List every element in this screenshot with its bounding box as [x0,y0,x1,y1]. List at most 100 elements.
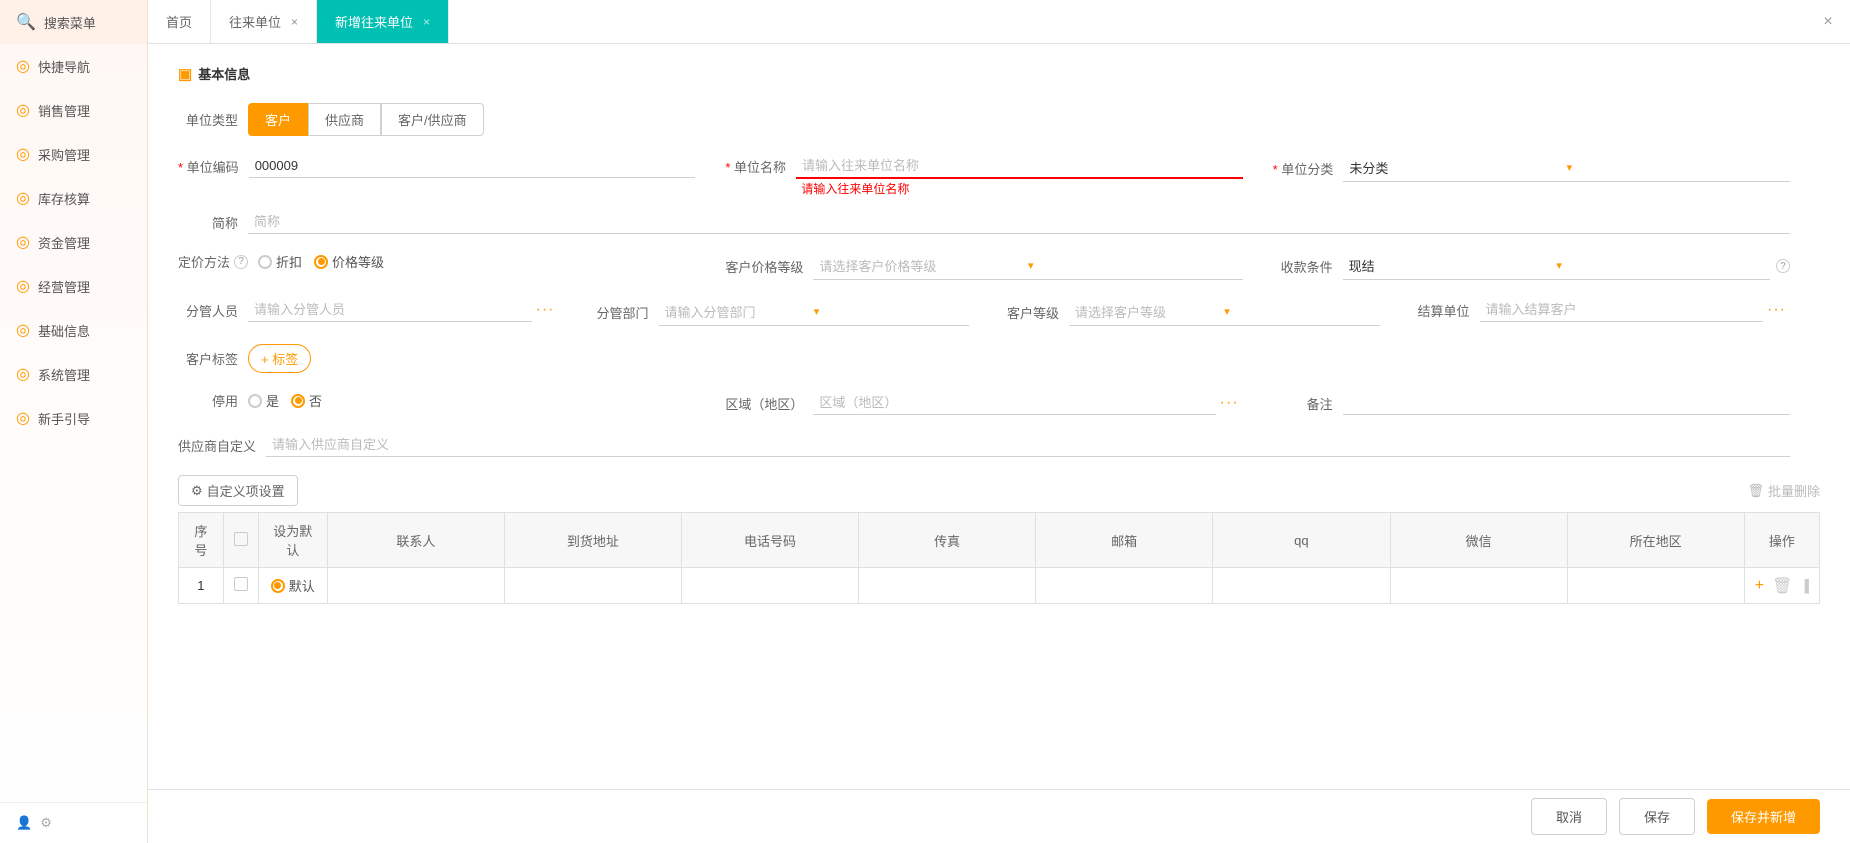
unit-type-buttons: 客户 供应商 客户/供应商 [248,103,484,136]
type-btn-supplier[interactable]: 供应商 [308,103,381,136]
sidebar-item-inventory[interactable]: ◎ 库存核算 [0,176,147,220]
manager-input[interactable] [248,298,532,322]
cell-qq[interactable] [1213,568,1390,604]
unit-code-input[interactable] [249,154,696,178]
phone-input[interactable] [692,574,848,597]
payment-terms-help-icon[interactable]: ? [1776,259,1790,273]
payment-terms-select[interactable]: 现结 ▾ [1343,252,1770,280]
cell-address[interactable] [504,568,681,604]
cell-phone[interactable] [681,568,858,604]
sidebar-item-finance[interactable]: ◎ 资金管理 [0,220,147,264]
sidebar-item-sales[interactable]: ◎ 销售管理 [0,88,147,132]
type-btn-both[interactable]: 客户/供应商 [381,103,484,136]
col-contact: 联系人 [327,513,504,568]
form-row-unit-type: 单位类型 客户 供应商 客户/供应商 [178,103,1820,136]
sidebar-item-operation[interactable]: ◎ 经营管理 [0,264,147,308]
quicknav-icon: ◎ [16,56,30,76]
unit-type-group: 单位类型 客户 供应商 客户/供应商 [178,103,1820,136]
tab-partners-close[interactable]: × [291,15,298,29]
row-region-input[interactable] [1578,574,1734,597]
header-checkbox[interactable] [234,532,248,546]
remark-group: 备注 [1273,391,1820,415]
pricing-help-icon[interactable]: ? [234,255,248,269]
address-input[interactable] [515,574,671,597]
settlement-unit-group: 结算单位 ··· [1410,298,1821,322]
pricing-radio-level[interactable]: 价格等级 [314,252,384,271]
col-actions: 操作 [1744,513,1819,568]
operation-icon: ◎ [16,276,30,296]
tab-new-partner-label: 新增往来单位 [335,12,413,31]
default-radio-circle [271,579,285,593]
form-row-code-name-cat: 单位编码 单位名称 请输入往来单位名称 单位分类 未分类 ▾ [178,154,1820,182]
add-row-button[interactable]: + [1755,577,1764,595]
batch-delete-button[interactable]: 🗑 批量删除 [1747,481,1820,500]
action-bar: 取消 保存 保存并新增 [148,789,1850,843]
cancel-button[interactable]: 取消 [1531,798,1607,835]
radio-discount-circle [258,255,272,269]
cell-fax[interactable] [859,568,1036,604]
tab-new-partner[interactable]: 新增往来单位 × [317,0,449,43]
delete-row-button[interactable]: 🗑 [1772,576,1792,596]
department-select[interactable]: 请输入分管部门 ▾ [659,298,970,326]
col-fax: 传真 [859,513,1036,568]
custom-settings-button[interactable]: ⚙ 自定义项设置 [178,475,298,506]
type-btn-customer[interactable]: 客户 [248,103,308,136]
tab-new-partner-close[interactable]: × [423,15,430,29]
section-icon: ▣ [178,65,192,83]
cell-region[interactable] [1567,568,1744,604]
supplier-custom-label: 供应商自定义 [178,436,266,455]
sidebar-item-quicknav[interactable]: ◎ 快捷导航 [0,44,147,88]
unit-type-label: 单位类型 [178,110,248,129]
supplier-custom-group: 供应商自定义 [178,433,1820,457]
window-close-button[interactable]: × [1806,0,1850,43]
region-label: 区域（地区） [725,394,813,413]
sidebar-item-system[interactable]: ◎ 系统管理 [0,352,147,396]
supplier-custom-input[interactable] [266,433,1790,457]
customer-level-group: 客户等级 请选择客户等级 ▾ [999,298,1410,326]
tab-home[interactable]: 首页 [148,0,211,43]
cell-wechat[interactable] [1390,568,1567,604]
region-input[interactable] [813,391,1215,415]
wechat-input[interactable] [1401,574,1557,597]
pricing-method-group: 定价方法 ? 折扣 价格等级 [178,252,725,271]
cell-check [223,568,258,604]
contact-table: 序号 设为默认 联系人 到货地址 电话号码 传真 邮箱 qq 微信 所在地区 操… [178,512,1820,604]
pricing-radio-discount[interactable]: 折扣 [258,252,302,271]
tab-partners[interactable]: 往来单位 × [211,0,317,43]
sidebar-item-purchase[interactable]: ◎ 采购管理 [0,132,147,176]
settings-icon[interactable]: ⚙ [40,815,52,831]
unit-name-input[interactable] [796,154,1243,179]
customer-level-select[interactable]: 请选择客户等级 ▾ [1069,298,1380,326]
settlement-unit-more-btn[interactable]: ··· [1763,301,1790,319]
default-radio[interactable]: 默认 [269,576,317,595]
row-scrollbar: ▐ [1800,579,1809,593]
region-more-btn[interactable]: ··· [1216,394,1243,412]
sidebar-item-newguide[interactable]: ◎ 新手引导 [0,396,147,440]
cell-contact[interactable] [327,568,504,604]
disabled-yes[interactable]: 是 [248,391,279,410]
sidebar-bottom: 👤 ⚙ [0,802,147,843]
pricing-label: 定价方法 ? [178,252,258,271]
remark-input[interactable] [1343,391,1790,415]
row-checkbox[interactable] [234,577,248,591]
save-button[interactable]: 保存 [1619,798,1695,835]
cell-email[interactable] [1036,568,1213,604]
save-new-button[interactable]: 保存并新增 [1707,799,1820,834]
chevron-down-icon-5: ▾ [1224,305,1373,318]
sidebar-item-basic[interactable]: ◎ 基础信息 [0,308,147,352]
contact-input[interactable] [338,574,494,597]
short-name-input[interactable] [248,210,1790,234]
qq-input[interactable] [1223,574,1379,597]
unit-category-select[interactable]: 未分类 ▾ [1343,154,1790,182]
email-input[interactable] [1046,574,1202,597]
col-check [223,513,258,568]
add-tag-button[interactable]: + 标签 [248,344,311,373]
fax-input[interactable] [869,574,1025,597]
customer-price-level-select[interactable]: 请选择客户价格等级 ▾ [813,252,1242,280]
disabled-no[interactable]: 否 [291,391,322,410]
tab-home-label: 首页 [166,12,192,31]
sidebar-item-search[interactable]: 🔍 搜索菜单 [0,0,147,44]
settlement-unit-input[interactable] [1480,298,1764,322]
col-phone: 电话号码 [681,513,858,568]
manager-more-btn[interactable]: ··· [532,301,559,319]
